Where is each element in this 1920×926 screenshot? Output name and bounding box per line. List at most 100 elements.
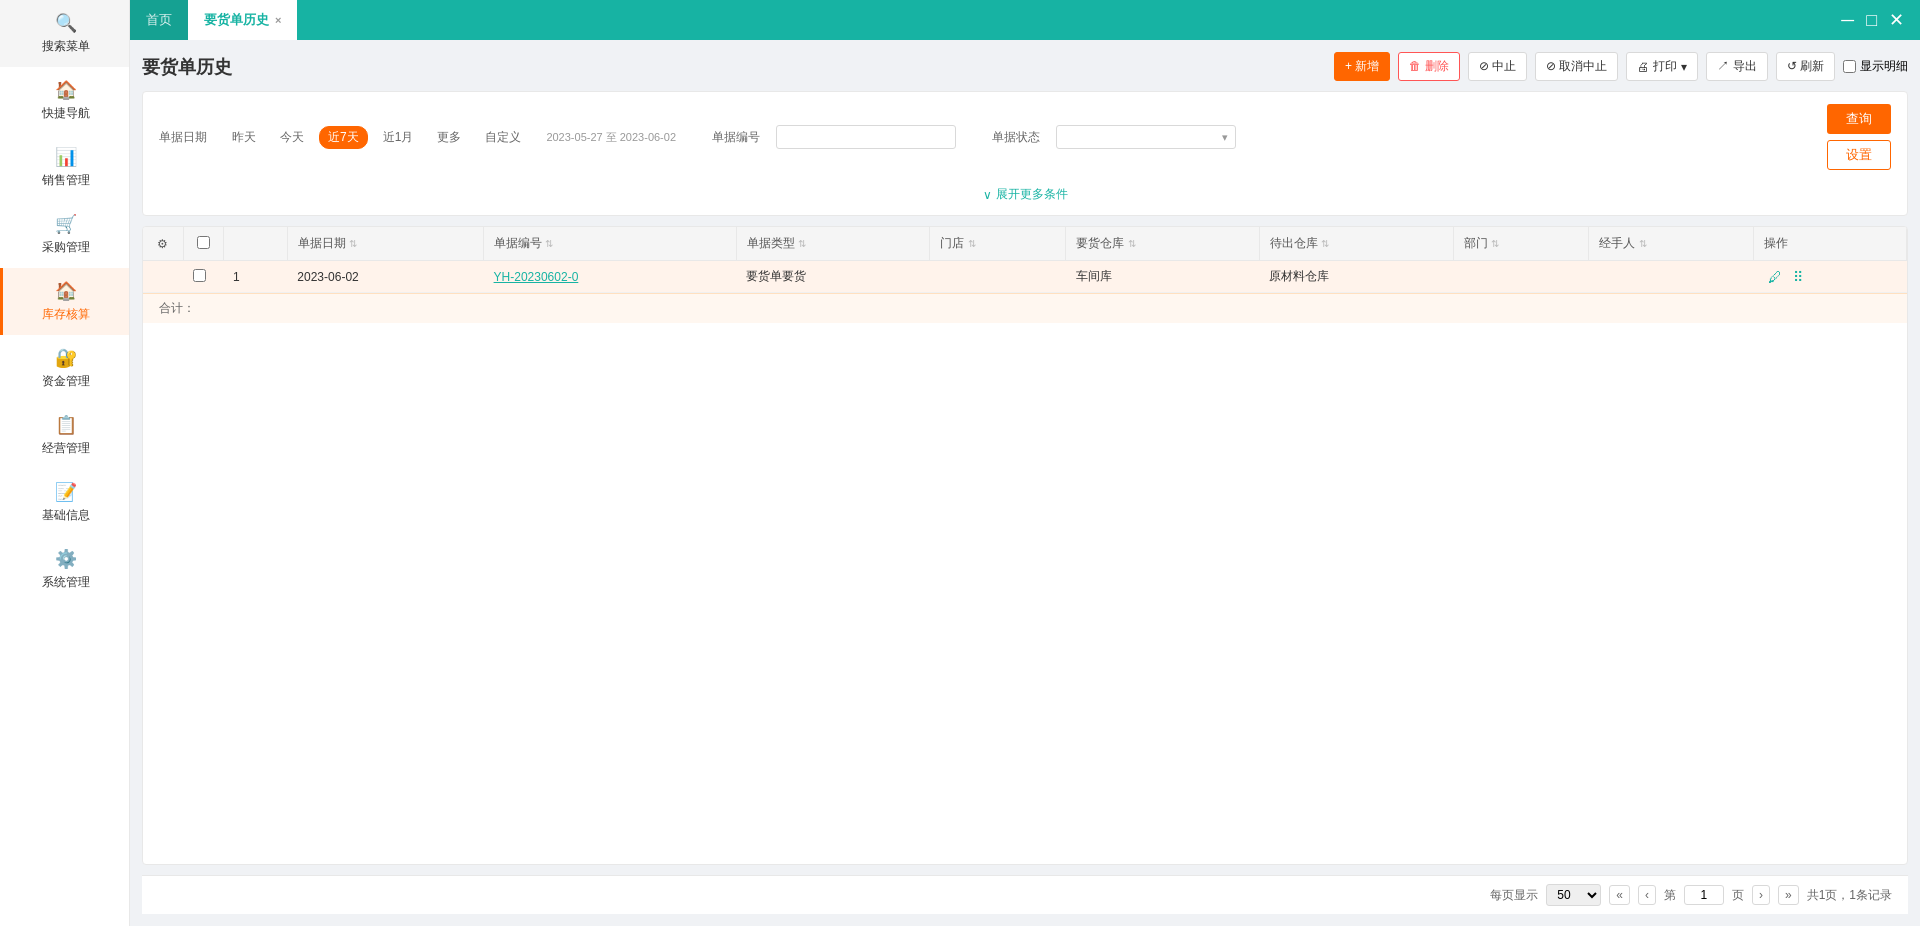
- tab-active[interactable]: 要货单历史 ×: [188, 0, 297, 40]
- refresh-button[interactable]: ↺ 刷新: [1776, 52, 1835, 81]
- status-select[interactable]: [1056, 125, 1236, 149]
- sort-store-icon: ⇅: [968, 238, 976, 249]
- sidebar-item-shortcut[interactable]: 🏠 快捷导航: [0, 67, 129, 134]
- date-btn-1month[interactable]: 近1月: [374, 126, 423, 149]
- row-more-icon[interactable]: ⠿: [1789, 267, 1807, 287]
- th-store[interactable]: 门店 ⇅: [930, 227, 1066, 261]
- sort-doc-no-icon: ⇅: [545, 238, 553, 249]
- row-doc-date: 2023-06-02: [287, 261, 483, 293]
- delete-button[interactable]: 🗑 删除: [1398, 52, 1459, 81]
- sidebar-item-purchase[interactable]: 🛒 采购管理: [0, 201, 129, 268]
- print-button[interactable]: 🖨 打印 ▾: [1626, 52, 1698, 81]
- sidebar-item-sales[interactable]: 📊 销售管理: [0, 134, 129, 201]
- date-btn-today[interactable]: 今天: [271, 126, 313, 149]
- window-minimize-icon[interactable]: ─: [1841, 10, 1854, 31]
- page-title: 要货单历史: [142, 55, 232, 79]
- date-filter-btns: 昨天 今天 近7天 近1月 更多 自定义: [223, 126, 530, 149]
- pagination-next-btn[interactable]: ›: [1752, 885, 1770, 905]
- show-detail-label: 显示明细: [1843, 58, 1908, 75]
- content: 要货单历史 + 新增 🗑 删除 ⊘ 中止 ⊘ 取消中止 🖨 打印 ▾ ↗ 导出 …: [130, 40, 1920, 926]
- th-req-warehouse[interactable]: 要货仓库 ⇅: [1066, 227, 1260, 261]
- doc-no-input[interactable]: [776, 125, 956, 149]
- date-btn-custom[interactable]: 自定义: [476, 126, 530, 149]
- chevron-down-icon: ∨: [983, 188, 992, 202]
- row-actions: 🖊 ⠿: [1754, 261, 1907, 293]
- sidebar-item-label-system: 系统管理: [42, 574, 90, 591]
- sidebar-item-search[interactable]: 🔍 搜索菜单: [0, 0, 129, 67]
- row-checkbox: [183, 261, 223, 293]
- th-actions: 操作: [1754, 227, 1907, 261]
- row-store: [930, 261, 1066, 293]
- doc-no-filter-label: 单据编号: [712, 129, 760, 146]
- sidebar-item-label-inventory: 库存核算: [42, 306, 90, 323]
- total-info: 共1页，1条记录: [1807, 887, 1892, 904]
- sidebar-item-label-basic: 基础信息: [42, 507, 90, 524]
- th-doc-type[interactable]: 单据类型 ⇅: [736, 227, 930, 261]
- sidebar-item-label-operations: 经营管理: [42, 440, 90, 457]
- select-all-checkbox[interactable]: [197, 236, 210, 249]
- th-doc-date[interactable]: 单据日期 ⇅: [287, 227, 483, 261]
- sidebar-item-finance[interactable]: 🔐 资金管理: [0, 335, 129, 402]
- sidebar-item-label-search: 搜索菜单: [42, 38, 90, 55]
- sort-doc-type-icon: ⇅: [798, 238, 806, 249]
- show-detail-checkbox[interactable]: [1843, 60, 1856, 73]
- date-btn-yesterday[interactable]: 昨天: [223, 126, 265, 149]
- sidebar-item-system[interactable]: ⚙️ 系统管理: [0, 536, 129, 603]
- filter-actions: 查询 设置: [1827, 104, 1891, 170]
- row-doc-no[interactable]: YH-20230602-0: [484, 261, 737, 293]
- page-input[interactable]: [1684, 885, 1724, 905]
- th-settings[interactable]: ⚙: [143, 227, 183, 261]
- row-index: 1: [223, 261, 287, 293]
- sidebar-item-basic[interactable]: 📝 基础信息: [0, 469, 129, 536]
- status-select-wrap: [1056, 125, 1236, 149]
- th-index: [223, 227, 287, 261]
- date-filter-label: 单据日期: [159, 129, 207, 146]
- th-department[interactable]: 部门 ⇅: [1453, 227, 1589, 261]
- table-area: ⚙ 单据日期 ⇅ 单据编号 ⇅: [142, 226, 1908, 865]
- window-close-icon[interactable]: ✕: [1889, 9, 1904, 31]
- system-icon: ⚙️: [55, 548, 77, 570]
- query-button[interactable]: 查询: [1827, 104, 1891, 134]
- stop-button[interactable]: ⊘ 中止: [1468, 52, 1527, 81]
- date-btn-more[interactable]: 更多: [428, 126, 470, 149]
- main-table: ⚙ 单据日期 ⇅ 单据编号 ⇅: [143, 227, 1907, 293]
- date-btn-7days[interactable]: 近7天: [319, 126, 368, 149]
- main-area: 首页 要货单历史 × ─ □ ✕ 要货单历史 + 新增 🗑 删除 ⊘ 中止 ⊘ …: [130, 0, 1920, 926]
- new-button[interactable]: + 新增: [1334, 52, 1390, 81]
- per-page-select[interactable]: 50 100: [1546, 884, 1601, 906]
- sort-doc-date-icon: ⇅: [349, 238, 357, 249]
- pagination-bar: 每页显示 50 100 « ‹ 第 页 › » 共1页，1条记录: [142, 875, 1908, 914]
- page-label: 第: [1664, 887, 1676, 904]
- date-range-display: 2023-05-27 至 2023-06-02: [546, 130, 676, 145]
- sort-pending-warehouse-icon: ⇅: [1321, 238, 1329, 249]
- sales-icon: 📊: [55, 146, 77, 168]
- row-req-warehouse: 车间库: [1066, 261, 1260, 293]
- tab-close-icon[interactable]: ×: [275, 14, 281, 26]
- th-pending-warehouse[interactable]: 待出仓库 ⇅: [1259, 227, 1453, 261]
- th-handler[interactable]: 经手人 ⇅: [1589, 227, 1754, 261]
- print-dropdown-icon: ▾: [1681, 60, 1687, 74]
- tab-home[interactable]: 首页: [130, 0, 188, 40]
- table-header-row: ⚙ 单据日期 ⇅ 单据编号 ⇅: [143, 227, 1907, 261]
- sidebar-item-operations[interactable]: 📋 经营管理: [0, 402, 129, 469]
- pagination-first-btn[interactable]: «: [1609, 885, 1630, 905]
- print-icon: 🖨: [1637, 60, 1649, 74]
- sidebar-item-label-finance: 资金管理: [42, 373, 90, 390]
- table-row: 1 2023-06-02 YH-20230602-0 要货单要货 车间库 原材料…: [143, 261, 1907, 293]
- cancel-stop-button[interactable]: ⊘ 取消中止: [1535, 52, 1618, 81]
- row-select-checkbox[interactable]: [193, 269, 206, 282]
- sidebar-item-label-sales: 销售管理: [42, 172, 90, 189]
- row-edit-icon[interactable]: 🖊: [1764, 267, 1786, 287]
- window-maximize-icon[interactable]: □: [1866, 10, 1877, 31]
- tab-home-label: 首页: [146, 11, 172, 29]
- toolbar: + 新增 🗑 删除 ⊘ 中止 ⊘ 取消中止 🖨 打印 ▾ ↗ 导出 ↺ 刷新 显…: [1334, 52, 1908, 81]
- expand-filter-btn[interactable]: ∨ 展开更多条件: [983, 186, 1068, 203]
- export-button[interactable]: ↗ 导出: [1706, 52, 1767, 81]
- finance-icon: 🔐: [55, 347, 77, 369]
- setting-button[interactable]: 设置: [1827, 140, 1891, 170]
- pagination-prev-btn[interactable]: ‹: [1638, 885, 1656, 905]
- pagination-last-btn[interactable]: »: [1778, 885, 1799, 905]
- sidebar-item-inventory[interactable]: 🏠 库存核算: [0, 268, 129, 335]
- inventory-icon: 🏠: [55, 280, 77, 302]
- th-doc-no[interactable]: 单据编号 ⇅: [484, 227, 737, 261]
